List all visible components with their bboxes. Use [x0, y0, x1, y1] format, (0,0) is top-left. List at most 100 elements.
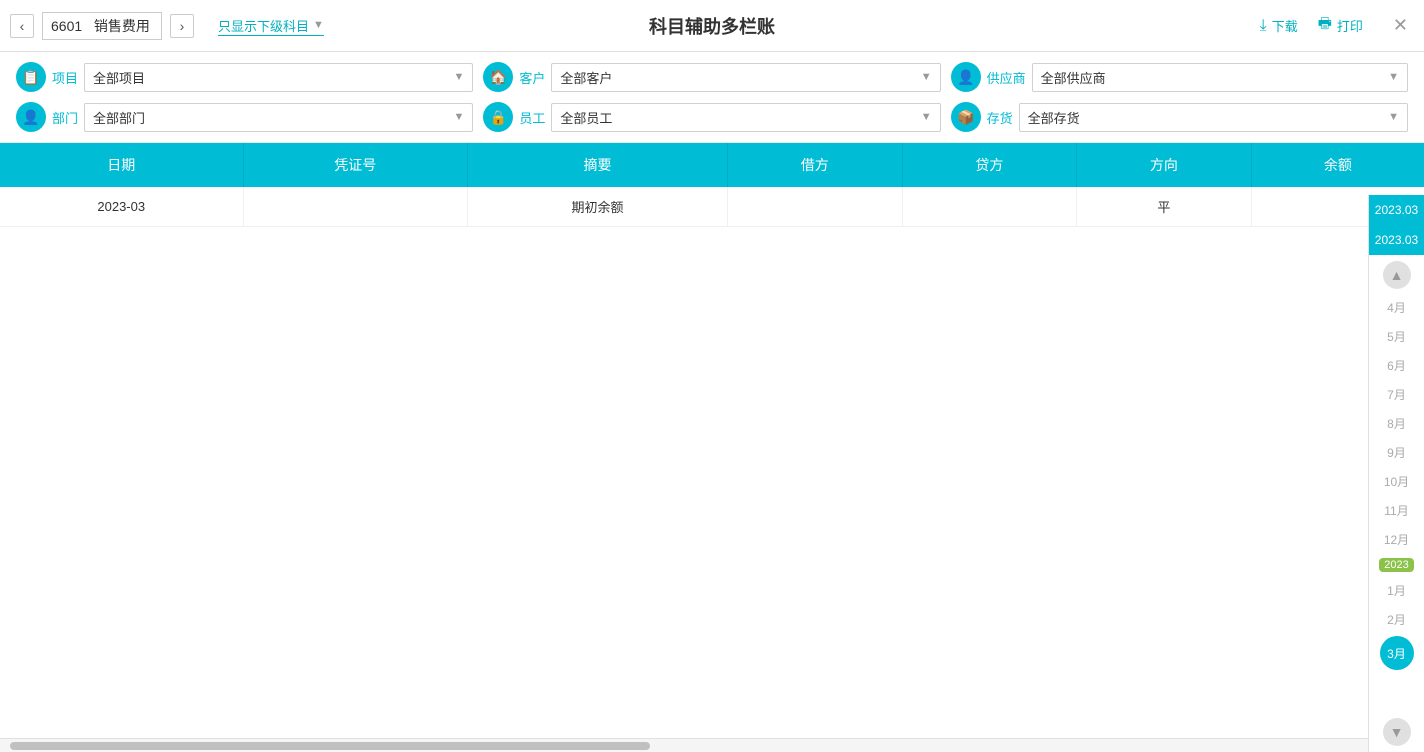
prev-account-btn[interactable]: ‹ [10, 14, 34, 38]
title-left: ‹ 6601 销售费用 › 只显示下级科目 ▼ [10, 12, 324, 40]
cell-summary: 期初余额 [467, 187, 727, 227]
filter-row-1: 📋 项目 全部项目 ▼ 🏠 客户 全部客户 ▼ 👤 供应商 [16, 62, 1408, 92]
side-month-item[interactable]: 2月 [1380, 605, 1414, 634]
supplier-icon: 👤 [951, 62, 981, 92]
col-date: 日期 [0, 143, 243, 187]
filter-row-2: 👤 部门 全部部门 ▼ 🔒 员工 全部员工 ▼ 📦 存货 [16, 102, 1408, 132]
side-month-item[interactable]: 8月 [1384, 409, 1409, 438]
title-right: ⤓ 下载 🖶 打印 ✕ [1260, 13, 1408, 38]
side-months-below: 1月2月3月 [1380, 576, 1414, 672]
project-value: 全部项目 [93, 68, 145, 87]
year-badge-wrapper: 2023 [1379, 556, 1413, 574]
dept-value: 全部部门 [93, 108, 145, 127]
employee-chevron-icon: ▼ [921, 111, 932, 123]
year-badge: 2023 [1379, 558, 1413, 572]
print-label: 打印 [1337, 16, 1363, 35]
customer-label: 客户 [519, 68, 545, 87]
download-icon: ⤓ [1260, 17, 1267, 35]
title-bar: ‹ 6601 销售费用 › 只显示下级科目 ▼ 科目辅助多栏账 ⤓ 下载 🖶 打… [0, 0, 1424, 52]
horizontal-scrollbar[interactable] [0, 738, 1424, 752]
close-btn[interactable]: ✕ [1393, 15, 1408, 36]
download-label: 下载 [1272, 16, 1298, 35]
cell-credit [902, 187, 1077, 227]
customer-icon: 🏠 [483, 62, 513, 92]
filter-item-employee: 🔒 员工 全部员工 ▼ [483, 102, 940, 132]
filter-item-dept: 👤 部门 全部部门 ▼ [16, 102, 473, 132]
dept-icon: 👤 [16, 102, 46, 132]
side-month-item[interactable]: 1月 [1380, 576, 1414, 605]
dept-label: 部门 [52, 108, 78, 127]
next-account-btn[interactable]: › [170, 14, 194, 38]
side-months-above: 4月5月6月7月8月9月10月11月12月 [1384, 293, 1409, 554]
side-range-bottom[interactable]: 2023.03 [1369, 225, 1424, 255]
employee-label: 员工 [519, 108, 545, 127]
side-month-item[interactable]: 12月 [1384, 525, 1409, 554]
scrollbar-thumb[interactable] [10, 742, 650, 750]
supplier-label: 供应商 [987, 68, 1026, 87]
inventory-label: 存货 [987, 108, 1013, 127]
side-month-item[interactable]: 10月 [1384, 467, 1409, 496]
col-summary: 摘要 [467, 143, 727, 187]
show-sub-label: 只显示下级科目 [218, 16, 309, 35]
col-direction: 方向 [1077, 143, 1252, 187]
side-month-item[interactable]: 6月 [1384, 351, 1409, 380]
project-icon: 📋 [16, 62, 46, 92]
cell-debit [728, 187, 903, 227]
supplier-value: 全部供应商 [1041, 68, 1106, 87]
filter-item-supplier: 👤 供应商 全部供应商 ▼ [951, 62, 1408, 92]
cell-voucher [243, 187, 467, 227]
col-credit: 贷方 [902, 143, 1077, 187]
table-wrapper: 日期 凭证号 摘要 借方 贷方 方向 余额 2023-03 期初余额 平 [0, 143, 1424, 738]
supplier-chevron-icon: ▼ [1388, 71, 1399, 83]
cell-date: 2023-03 [0, 187, 243, 227]
side-month-item[interactable]: 5月 [1384, 322, 1409, 351]
side-range-top[interactable]: 2023.03 [1369, 195, 1424, 225]
employee-icon: 🔒 [483, 102, 513, 132]
table-header-row: 日期 凭证号 摘要 借方 贷方 方向 余额 [0, 143, 1424, 187]
account-code: 6601 [51, 18, 82, 34]
print-icon: 🖶 [1318, 13, 1332, 38]
show-sub-btn[interactable]: 只显示下级科目 ▼ [218, 16, 324, 36]
side-month-item[interactable]: 9月 [1384, 438, 1409, 467]
project-chevron-icon: ▼ [453, 71, 464, 83]
side-active-month[interactable]: 3月 [1380, 636, 1414, 670]
side-month-item[interactable]: 7月 [1384, 380, 1409, 409]
side-month-item-wrapper: 3月 [1380, 634, 1414, 672]
page-title: 科目辅助多栏账 [649, 13, 775, 39]
employee-value: 全部员工 [560, 108, 612, 127]
cell-direction: 平 [1077, 187, 1252, 227]
download-btn[interactable]: ⤓ 下载 [1260, 16, 1298, 35]
side-scroll-up-btn[interactable]: ▲ [1383, 261, 1411, 289]
account-name: 销售费用 [94, 18, 150, 34]
main-window: ‹ 6601 销售费用 › 只显示下级科目 ▼ 科目辅助多栏账 ⤓ 下载 🖶 打… [0, 0, 1424, 752]
inventory-icon: 📦 [951, 102, 981, 132]
filter-item-inventory: 📦 存货 全部存货 ▼ [951, 102, 1408, 132]
side-scroll-down-btn[interactable]: ▼ [1383, 718, 1411, 746]
inventory-chevron-icon: ▼ [1388, 111, 1399, 123]
dept-chevron-icon: ▼ [453, 111, 464, 123]
col-debit: 借方 [728, 143, 903, 187]
side-range-bottom-label: 2023.03 [1375, 233, 1418, 247]
show-sub-chevron-icon: ▼ [313, 19, 324, 31]
account-code-display: 6601 销售费用 [42, 12, 162, 40]
side-range-top-label: 2023.03 [1375, 203, 1418, 217]
employee-select[interactable]: 全部员工 ▼ [551, 103, 940, 132]
inventory-select[interactable]: 全部存货 ▼ [1019, 103, 1408, 132]
filter-item-customer: 🏠 客户 全部客户 ▼ [483, 62, 940, 92]
side-month-item[interactable]: 11月 [1384, 496, 1409, 525]
customer-value: 全部客户 [560, 68, 612, 87]
filter-item-project: 📋 项目 全部项目 ▼ [16, 62, 473, 92]
side-month-item[interactable]: 4月 [1384, 293, 1409, 322]
print-btn[interactable]: 🖶 打印 [1318, 13, 1363, 38]
data-table: 日期 凭证号 摘要 借方 贷方 方向 余额 2023-03 期初余额 平 [0, 143, 1424, 227]
filter-bar: 📋 项目 全部项目 ▼ 🏠 客户 全部客户 ▼ 👤 供应商 [0, 52, 1424, 143]
project-select[interactable]: 全部项目 ▼ [84, 63, 473, 92]
supplier-select[interactable]: 全部供应商 ▼ [1032, 63, 1408, 92]
col-voucher: 凭证号 [243, 143, 467, 187]
project-label: 项目 [52, 68, 78, 87]
dept-select[interactable]: 全部部门 ▼ [84, 103, 473, 132]
col-balance: 余额 [1251, 143, 1424, 187]
customer-chevron-icon: ▼ [921, 71, 932, 83]
inventory-value: 全部存货 [1028, 108, 1080, 127]
customer-select[interactable]: 全部客户 ▼ [551, 63, 940, 92]
